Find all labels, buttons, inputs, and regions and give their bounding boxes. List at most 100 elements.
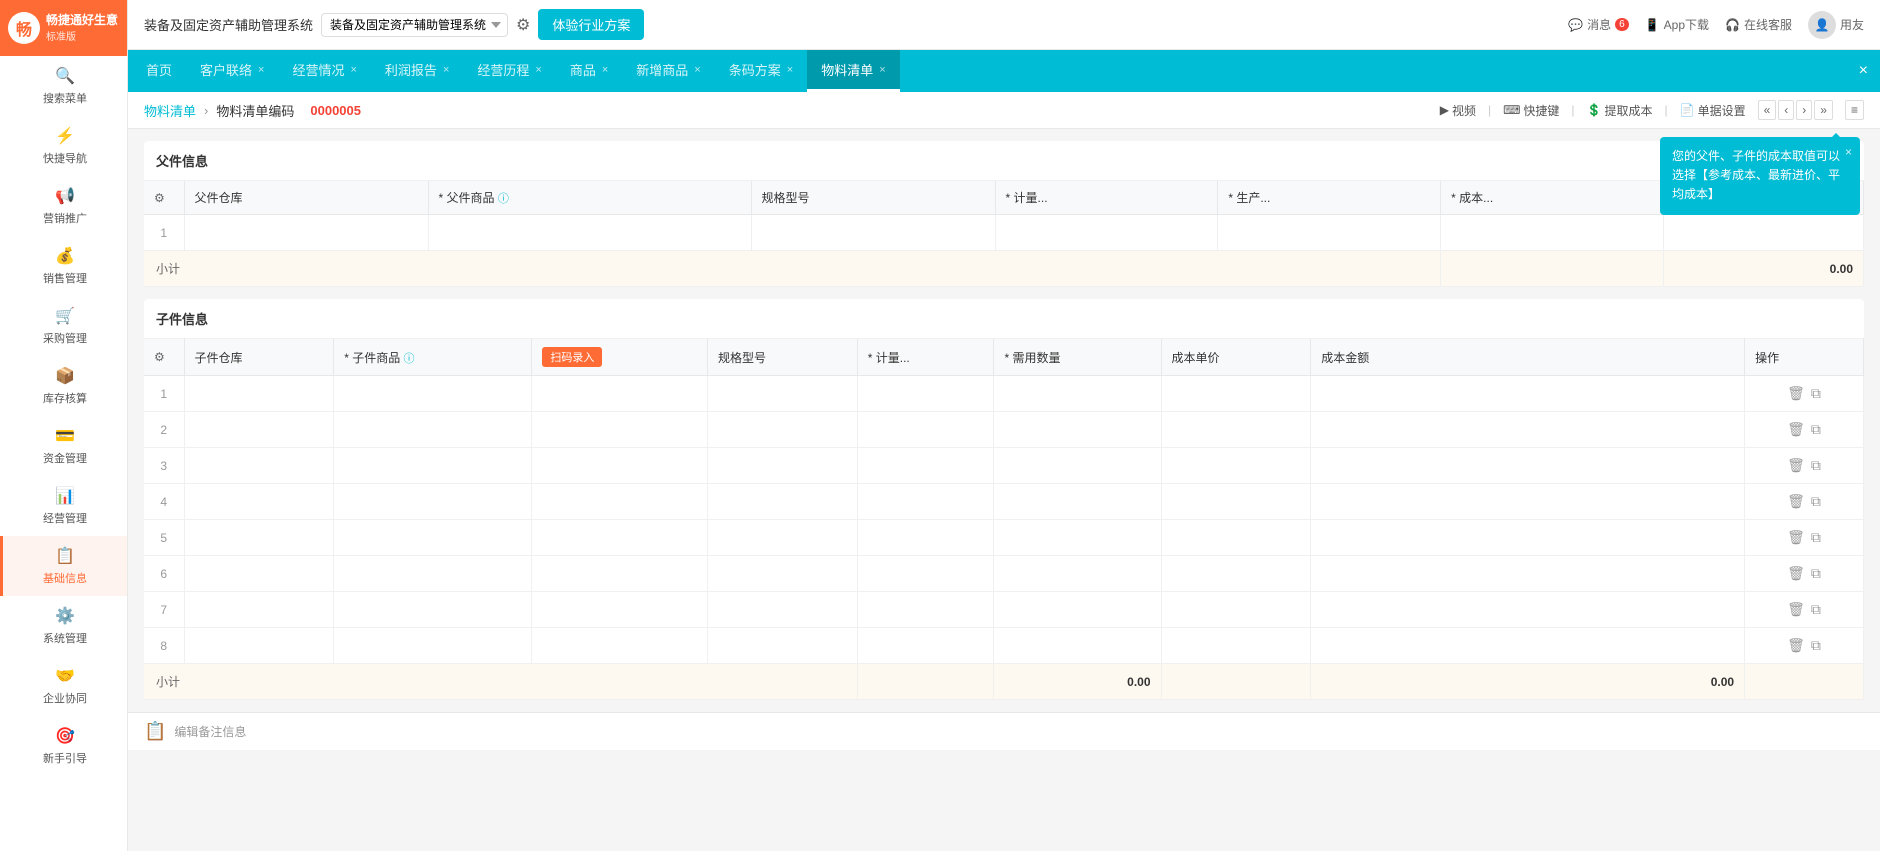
child-scan-6[interactable] [532, 556, 708, 592]
tab-products-close[interactable]: × [602, 64, 608, 76]
delete-row-5-button[interactable]: 🗑 [1787, 529, 1805, 546]
child-warehouse-8[interactable] [184, 628, 334, 664]
child-unit-1[interactable] [857, 376, 994, 412]
child-spec-3[interactable] [708, 448, 858, 484]
child-amount-1[interactable] [1311, 376, 1745, 412]
child-warehouse-1[interactable] [184, 376, 334, 412]
sidebar-item-basic-info[interactable]: 📋 基础信息 [0, 536, 127, 596]
child-warehouse-4[interactable] [184, 484, 334, 520]
child-product-4[interactable] [334, 484, 532, 520]
delete-row-7-button[interactable]: 🗑 [1787, 601, 1805, 618]
child-scan-1[interactable] [532, 376, 708, 412]
tab-barcode[interactable]: 条码方案 × [715, 50, 807, 92]
sidebar-item-sales[interactable]: 💰 销售管理 [0, 236, 127, 296]
tab-profit-close[interactable]: × [443, 64, 449, 76]
tab-new-product-close[interactable]: × [694, 64, 700, 76]
child-product-5[interactable] [334, 520, 532, 556]
next-button[interactable]: › [1796, 100, 1812, 120]
child-amount-3[interactable] [1311, 448, 1745, 484]
child-product-6[interactable] [334, 556, 532, 592]
child-unit-cost-8[interactable] [1161, 628, 1311, 664]
menu-toggle-button[interactable]: ≡ [1845, 100, 1864, 120]
tab-bom[interactable]: 物料清单 × [807, 50, 899, 92]
tab-profit[interactable]: 利润报告 × [371, 50, 463, 92]
tab-customer[interactable]: 客户联络 × [186, 50, 278, 92]
child-amount-7[interactable] [1311, 592, 1745, 628]
tab-history[interactable]: 经营历程 × [463, 50, 555, 92]
child-warehouse-5[interactable] [184, 520, 334, 556]
tab-products[interactable]: 商品 × [556, 50, 622, 92]
child-spec-5[interactable] [708, 520, 858, 556]
app-download-button[interactable]: 📱 App下载 [1645, 16, 1709, 33]
parent-amount-cell[interactable] [1664, 215, 1864, 251]
sidebar-item-finance[interactable]: 💳 资金管理 [0, 416, 127, 476]
sidebar-item-collab[interactable]: 🤝 企业协同 [0, 656, 127, 716]
copy-row-6-button[interactable]: ⧉ [1811, 565, 1821, 582]
delete-row-8-button[interactable]: 🗑 [1787, 637, 1805, 654]
child-warehouse-2[interactable] [184, 412, 334, 448]
parent-settings-icon[interactable]: ⚙ [154, 191, 165, 205]
copy-row-2-button[interactable]: ⧉ [1811, 421, 1821, 438]
child-unit-4[interactable] [857, 484, 994, 520]
child-unit-cost-3[interactable] [1161, 448, 1311, 484]
extract-cost-button[interactable]: 💲 提取成本 [1587, 102, 1653, 119]
tab-home[interactable]: 首页 [132, 50, 186, 92]
copy-row-3-button[interactable]: ⧉ [1811, 457, 1821, 474]
child-unit-5[interactable] [857, 520, 994, 556]
child-qty-7[interactable] [994, 592, 1161, 628]
sidebar-item-system[interactable]: ⚙️ 系统管理 [0, 596, 127, 656]
child-product-2[interactable] [334, 412, 532, 448]
prev-first-button[interactable]: « [1758, 100, 1777, 120]
child-product-1[interactable] [334, 376, 532, 412]
child-spec-2[interactable] [708, 412, 858, 448]
message-button[interactable]: 💬 消息 6 [1568, 16, 1629, 33]
child-unit-cost-7[interactable] [1161, 592, 1311, 628]
child-warehouse-3[interactable] [184, 448, 334, 484]
delete-row-6-button[interactable]: 🗑 [1787, 565, 1805, 582]
child-product-8[interactable] [334, 628, 532, 664]
child-unit-cost-4[interactable] [1161, 484, 1311, 520]
settings-button[interactable]: ⚙ [516, 15, 530, 35]
child-settings-icon[interactable]: ⚙ [154, 350, 165, 364]
breadcrumb-parent[interactable]: 物料清单 [144, 101, 196, 120]
child-unit-6[interactable] [857, 556, 994, 592]
child-product-3[interactable] [334, 448, 532, 484]
system-select[interactable]: 装备及固定资产辅助管理系统 [321, 13, 508, 37]
sidebar-item-operations[interactable]: 📊 经营管理 [0, 476, 127, 536]
parent-product-cell[interactable] [428, 215, 751, 251]
copy-row-5-button[interactable]: ⧉ [1811, 529, 1821, 546]
parent-unit-cell[interactable] [995, 215, 1218, 251]
child-qty-4[interactable] [994, 484, 1161, 520]
delete-row-4-button[interactable]: 🗑 [1787, 493, 1805, 510]
child-scan-8[interactable] [532, 628, 708, 664]
copy-row-1-button[interactable]: ⧉ [1811, 385, 1821, 402]
child-qty-6[interactable] [994, 556, 1161, 592]
delete-row-2-button[interactable]: 🗑 [1787, 421, 1805, 438]
child-spec-7[interactable] [708, 592, 858, 628]
child-scan-5[interactable] [532, 520, 708, 556]
child-unit-2[interactable] [857, 412, 994, 448]
child-amount-5[interactable] [1311, 520, 1745, 556]
trial-button[interactable]: 体验行业方案 [538, 9, 644, 40]
child-scan-2[interactable] [532, 412, 708, 448]
next-last-button[interactable]: » [1814, 100, 1833, 120]
child-qty-5[interactable] [994, 520, 1161, 556]
child-scan-3[interactable] [532, 448, 708, 484]
tab-new-product[interactable]: 新增商品 × [622, 50, 714, 92]
child-unit-8[interactable] [857, 628, 994, 664]
sidebar-item-purchase[interactable]: 🛒 采购管理 [0, 296, 127, 356]
child-warehouse-6[interactable] [184, 556, 334, 592]
close-all-tabs-button[interactable]: × [1851, 54, 1876, 88]
sidebar-item-inventory[interactable]: 📦 库存核算 [0, 356, 127, 416]
parent-cost-cell[interactable] [1441, 215, 1664, 251]
child-unit-cost-5[interactable] [1161, 520, 1311, 556]
child-scan-7[interactable] [532, 592, 708, 628]
scan-input-button[interactable]: 扫码录入 [542, 347, 602, 367]
child-unit-cost-6[interactable] [1161, 556, 1311, 592]
child-unit-7[interactable] [857, 592, 994, 628]
sidebar-item-guide[interactable]: 🎯 新手引导 [0, 716, 127, 776]
child-unit-3[interactable] [857, 448, 994, 484]
parent-spec-cell[interactable] [751, 215, 995, 251]
single-settings-button[interactable]: 📄 单据设置 [1680, 102, 1746, 119]
child-spec-6[interactable] [708, 556, 858, 592]
